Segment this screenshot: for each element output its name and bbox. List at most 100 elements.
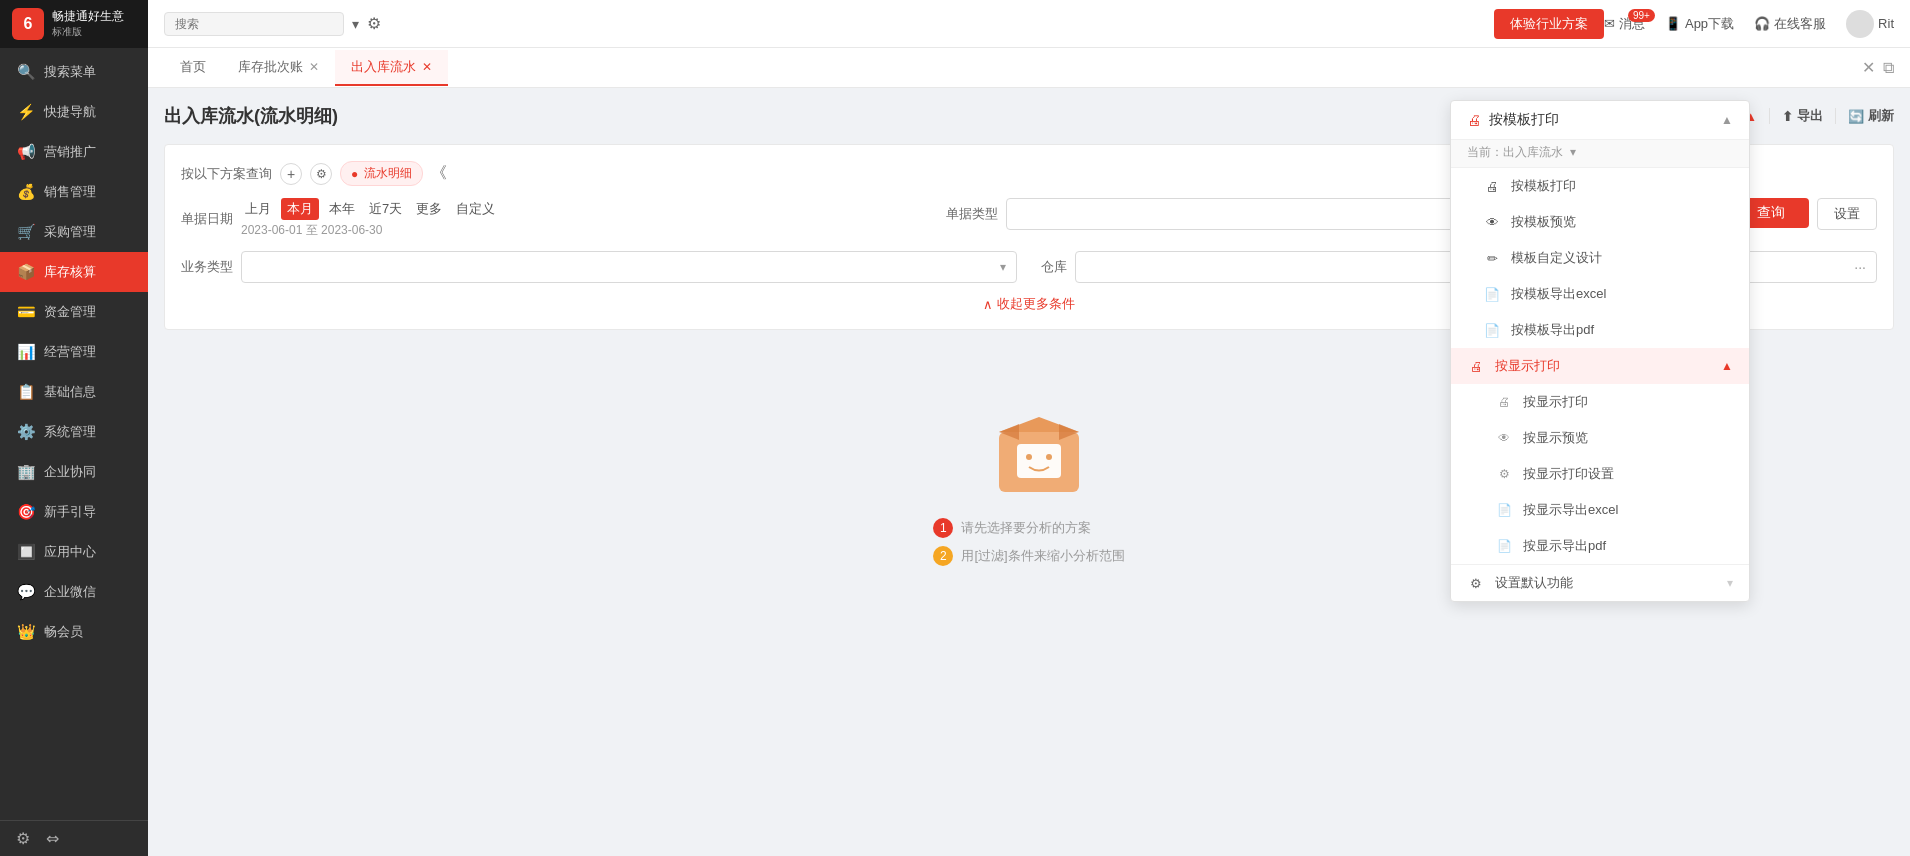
footer-title: 设置默认功能 [1495,574,1573,592]
template-custom-icon: ✏ [1483,249,1501,267]
sidebar-item-inventory[interactable]: 📦 库存核算 [0,252,148,292]
biz-type-select[interactable]: ▾ [241,251,1017,283]
sidebar-item-shortcut[interactable]: ⚡ 快捷导航 [0,92,148,132]
message-btn[interactable]: ✉ 消息 99+ [1604,15,1645,33]
sidebar-item-label: 采购管理 [44,223,96,241]
step-1-text: 请先选择要分析的方案 [961,519,1091,537]
sidebar-item-member[interactable]: 👑 畅会员 [0,612,148,652]
sidebar-item-basic[interactable]: 📋 基础信息 [0,372,148,412]
topbar-gear-icon[interactable]: ⚙ [367,14,381,33]
logo-sub: 标准版 [52,25,124,39]
target-icon: 🎯 [16,502,36,522]
trial-btn[interactable]: 体验行业方案 [1494,9,1604,39]
sidebar-item-label: 快捷导航 [44,103,96,121]
footer-arrow-icon: ▾ [1727,576,1733,590]
user-profile[interactable]: Rit [1846,10,1894,38]
filter-add-btn[interactable]: + [280,163,302,185]
tab-batch[interactable]: 库存批次账 ✕ [222,50,335,86]
dropdown-sub-display-excel[interactable]: 📄 按显示导出excel [1451,492,1749,528]
tab-flow-close[interactable]: ✕ [422,60,432,74]
dropdown-sub-display-settings[interactable]: ⚙ 按显示打印设置 [1451,456,1749,492]
sidebar-item-finance[interactable]: 💳 资金管理 [0,292,148,332]
sidebar-item-apps[interactable]: 🔲 应用中心 [0,532,148,572]
sidebar-item-guide[interactable]: 🎯 新手引导 [0,492,148,532]
date-label: 单据日期 [181,210,233,228]
step-2-num: 2 [933,546,953,566]
settings-bottom-btn[interactable]: ⚙ [16,829,30,848]
sidebar-item-purchase[interactable]: 🛒 采购管理 [0,212,148,252]
export-btn[interactable]: ⬆ 导出 [1782,107,1823,125]
tab-batch-label: 库存批次账 [238,58,303,76]
biz-type-label: 业务类型 [181,258,233,276]
tab-home-label: 首页 [180,58,206,76]
dropdown-item-template-pdf[interactable]: 📄 按模板导出pdf [1451,312,1749,348]
filter-tag[interactable]: ● 流水明细 [340,161,423,186]
tab-batch-close[interactable]: ✕ [309,60,319,74]
dropdown-sub-display-print[interactable]: 🖨 按显示打印 [1451,384,1749,420]
dropdown-item-template-excel[interactable]: 📄 按模板导出excel [1451,276,1749,312]
restore-window-btn[interactable]: ⧉ [1883,59,1894,77]
filter-label: 按以下方案查询 [181,165,272,183]
dropdown-sub-display-pdf[interactable]: 📄 按显示导出pdf [1451,528,1749,564]
chat-icon: 💬 [16,582,36,602]
dropdown-footer[interactable]: ⚙ 设置默认功能 ▾ [1451,564,1749,601]
template-print-label: 按模板打印 [1511,177,1576,195]
sidebar-item-weixin[interactable]: 💬 企业微信 [0,572,148,612]
step-1-num: 1 [933,518,953,538]
date-opt-more[interactable]: 更多 [412,198,446,220]
clipboard-icon: 📋 [16,382,36,402]
sidebar-item-sales[interactable]: 💰 销售管理 [0,172,148,212]
topbar-dropdown-btn[interactable]: ▾ [352,16,359,32]
avatar [1846,10,1874,38]
crown-icon: 👑 [16,622,36,642]
megaphone-icon: 📢 [16,142,36,162]
app-download-btn[interactable]: 📱 App下载 [1665,15,1734,33]
service-btn[interactable]: 🎧 在线客服 [1754,15,1826,33]
refresh-btn[interactable]: 🔄 刷新 [1848,107,1894,125]
sidebar-item-system[interactable]: ⚙️ 系统管理 [0,412,148,452]
date-opt-last-month[interactable]: 上月 [241,198,275,220]
dropdown-section-display[interactable]: 🖨 按显示打印 ▲ [1451,348,1749,384]
topbar-search-input[interactable] [164,12,344,36]
collapse-sidebar-btn[interactable]: ⇔ [46,829,59,848]
display-excel-label: 按显示导出excel [1523,501,1618,519]
gear-icon: ⚙️ [16,422,36,442]
display-section-title: 按显示打印 [1495,357,1560,375]
date-opt-7days[interactable]: 近7天 [365,198,406,220]
sidebar-item-search[interactable]: 🔍 搜索菜单 [0,52,148,92]
sidebar-item-label: 资金管理 [44,303,96,321]
action-sep1 [1769,108,1770,124]
refresh-label: 刷新 [1868,107,1894,125]
close-window-btn[interactable]: ✕ [1862,58,1875,77]
refresh-icon: 🔄 [1848,109,1864,124]
settings-btn[interactable]: 设置 [1817,198,1877,230]
action-sep2 [1835,108,1836,124]
date-opt-this-year[interactable]: 本年 [325,198,359,220]
filter-collapse-btn[interactable]: 《 [431,163,447,184]
empty-step-2: 2 用[过滤]条件来缩小分析范围 [933,546,1124,566]
display-section-arrow-icon: ▲ [1721,359,1733,373]
warehouse-label: 仓库 [1041,258,1067,276]
tab-flow[interactable]: 出入库流水 ✕ [335,50,448,86]
display-settings-label: 按显示打印设置 [1523,465,1614,483]
date-opt-custom[interactable]: 自定义 [452,198,499,220]
card-icon: 💳 [16,302,36,322]
dropdown-item-template-print[interactable]: 🖨 按模板打印 [1451,168,1749,204]
biz-select-arrow: ▾ [1000,260,1006,274]
display-preview-label: 按显示预览 [1523,429,1588,447]
date-opt-this-month[interactable]: 本月 [281,198,319,220]
warehouse-dots-icon: ··· [1854,259,1866,275]
tab-home[interactable]: 首页 [164,50,222,86]
dropdown-item-template-custom[interactable]: ✏ 模板自定义设计 [1451,240,1749,276]
sidebar-item-marketing[interactable]: 📢 营销推广 [0,132,148,172]
app-logo: 6 畅捷通好生意 标准版 [0,0,148,48]
dropdown-item-template-preview[interactable]: 👁 按模板预览 [1451,204,1749,240]
sidebar-item-label: 企业协同 [44,463,96,481]
filter-tag-text: 流水明细 [364,165,412,182]
sidebar-item-corp[interactable]: 🏢 企业协同 [0,452,148,492]
sidebar-item-operations[interactable]: 📊 经营管理 [0,332,148,372]
box-icon: 📦 [16,262,36,282]
filter-settings-btn[interactable]: ⚙ [310,163,332,185]
dropdown-sub-display-preview[interactable]: 👁 按显示预览 [1451,420,1749,456]
display-preview-icon: 👁 [1495,429,1513,447]
